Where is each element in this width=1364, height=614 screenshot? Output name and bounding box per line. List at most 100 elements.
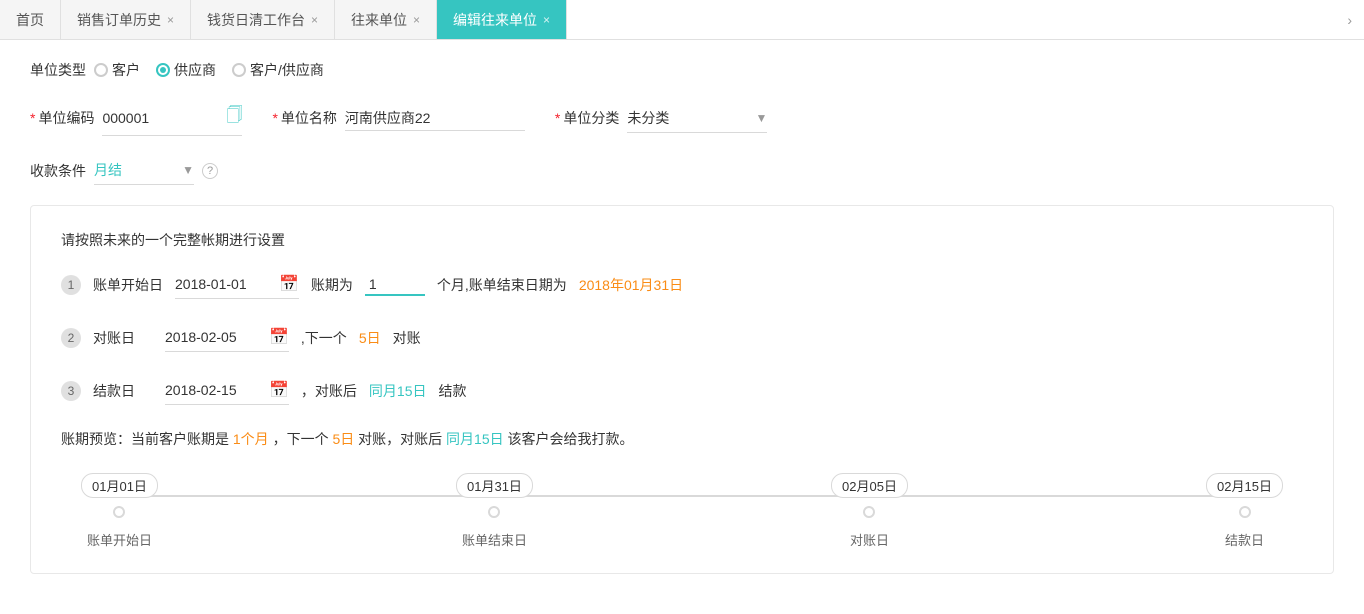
- reconcile-date-input[interactable]: [165, 329, 265, 345]
- timeline-dot-3: [1239, 506, 1251, 518]
- row-num-1: 1: [61, 275, 81, 295]
- tab-edit-partner-unit[interactable]: 编辑往来单位 ×: [437, 0, 567, 39]
- unit-code-input[interactable]: [102, 110, 222, 126]
- row-desc-1-suffix: 个月,账单结束日期为: [437, 275, 567, 295]
- preview-15day: 同月15日: [446, 431, 504, 447]
- unit-type-row: 单位类型 客户 供应商 客户/供应商: [30, 60, 1334, 80]
- timeline-badge-1: 01月31日: [456, 473, 533, 498]
- tab-cash-ledger-label: 钱货日清工作台: [207, 10, 305, 30]
- tab-partner-unit-close[interactable]: ×: [413, 14, 420, 26]
- radio-supplier-label: 供应商: [174, 60, 216, 80]
- tab-edit-partner-unit-close[interactable]: ×: [543, 14, 550, 26]
- tab-sales-order-history-close[interactable]: ×: [167, 14, 174, 26]
- payment-condition-value: 月结: [94, 160, 178, 180]
- timeline-badge-2: 02月05日: [831, 473, 908, 498]
- unit-type-group: 单位类型 客户 供应商 客户/供应商: [30, 60, 324, 80]
- timeline-label-1: 账单结束日: [462, 530, 527, 549]
- payment-date-calendar-icon[interactable]: 📅: [269, 380, 289, 400]
- timeline-label-3: 结款日: [1225, 530, 1264, 549]
- row-label-2: 对账日: [93, 328, 153, 348]
- tab-partner-unit-label: 往来单位: [351, 10, 407, 30]
- setting-row-2: 2 对账日 📅 ,下一个 5日 对账: [61, 323, 1303, 352]
- timeline-node-2: 02月05日 对账日: [831, 473, 908, 549]
- unit-category-group: 单位分类 未分类 ▼: [555, 104, 767, 133]
- radio-customer-circle: [94, 63, 108, 77]
- timeline-label-2: 对账日: [850, 530, 889, 549]
- start-date-input[interactable]: [175, 276, 275, 292]
- unit-name-input[interactable]: [345, 106, 525, 131]
- row-desc-1-prefix: 账期为: [311, 275, 353, 295]
- row-num-3: 3: [61, 381, 81, 401]
- setting-row-1: 1 账单开始日 📅 账期为 个月,账单结束日期为 2018年01月31日: [61, 270, 1303, 299]
- tab-partner-unit[interactable]: 往来单位 ×: [335, 0, 437, 39]
- timeline-container: 01月01日 账单开始日 01月31日 账单结束日 02月05日 对账日 02月…: [61, 473, 1303, 549]
- preview-after: 对账，对账后: [358, 431, 442, 447]
- unit-type-radio-group: 客户 供应商 客户/供应商: [94, 60, 324, 80]
- row-label-3: 结款日: [93, 381, 153, 401]
- unit-info-row: 单位编码 🗍 单位名称 单位分类 未分类 ▼: [30, 100, 1334, 136]
- unit-code-copy-icon[interactable]: 🗍: [226, 104, 242, 131]
- row-num-2: 2: [61, 328, 81, 348]
- payment-date-input-wrapper: 📅: [165, 376, 289, 405]
- tab-edit-partner-unit-label: 编辑往来单位: [453, 10, 537, 30]
- payment-date-input[interactable]: [165, 382, 265, 398]
- tab-home-label: 首页: [16, 10, 44, 30]
- end-date-highlight: 2018年01月31日: [579, 275, 683, 295]
- start-date-input-wrapper: 📅: [175, 270, 299, 299]
- row-desc-3-prefix: ，对账后: [301, 381, 357, 401]
- radio-both-label: 客户/供应商: [250, 60, 324, 80]
- panel-title: 请按照未来的一个完整帐期进行设置: [61, 230, 1303, 250]
- unit-name-group: 单位名称: [272, 106, 524, 131]
- tab-cash-ledger-close[interactable]: ×: [311, 14, 318, 26]
- unit-name-label: 单位名称: [272, 108, 336, 128]
- payment-condition-select[interactable]: 月结 ▼: [94, 156, 194, 185]
- preview-text: 账期预览：当前客户账期是 1个月 ，下一个 5日 对账，对账后 同月15日 该客…: [61, 429, 1303, 449]
- unit-type-label: 单位类型: [30, 60, 86, 80]
- unit-category-value: 未分类: [627, 108, 751, 128]
- start-date-calendar-icon[interactable]: 📅: [279, 274, 299, 294]
- unit-category-chevron: ▼: [755, 111, 767, 125]
- payment-condition-group: 收款条件 月结 ▼ ?: [30, 156, 218, 185]
- tab-cash-ledger[interactable]: 钱货日清工作台 ×: [191, 0, 335, 39]
- timeline-label-0: 账单开始日: [87, 530, 152, 549]
- timeline-nodes: 01月01日 账单开始日 01月31日 账单结束日 02月05日 对账日 02月…: [81, 473, 1283, 549]
- preview-5day: 5日: [332, 431, 354, 447]
- timeline-dot-2: [863, 506, 875, 518]
- tab-sales-order-history-label: 销售订单历史: [77, 10, 161, 30]
- timeline-node-1: 01月31日 账单结束日: [456, 473, 533, 549]
- preview-1month: 1个月: [233, 431, 269, 447]
- payment-condition-label: 收款条件: [30, 161, 86, 181]
- preview-label: 账期预览：当前客户账期是: [61, 431, 229, 447]
- payment-row: 收款条件 月结 ▼ ?: [30, 156, 1334, 185]
- payment-help-icon[interactable]: ?: [202, 163, 218, 179]
- row-label-1: 账单开始日: [93, 275, 163, 295]
- row-desc-2-highlight: 5日: [359, 328, 381, 348]
- radio-customer-label: 客户: [112, 60, 140, 80]
- payment-condition-chevron: ▼: [182, 163, 194, 177]
- row-desc-3-highlight: 同月15日: [369, 381, 427, 401]
- timeline-node-3: 02月15日 结款日: [1206, 473, 1283, 549]
- timeline-dot-1: [488, 506, 500, 518]
- unit-code-input-wrapper: 🗍: [102, 100, 242, 136]
- period-input[interactable]: [365, 274, 425, 296]
- preview-mid: ，下一个: [273, 431, 329, 447]
- tab-sales-order-history[interactable]: 销售订单历史 ×: [61, 0, 191, 39]
- timeline-badge-3: 02月15日: [1206, 473, 1283, 498]
- radio-supplier[interactable]: 供应商: [156, 60, 216, 80]
- timeline-node-0: 01月01日 账单开始日: [81, 473, 158, 549]
- settings-panel: 请按照未来的一个完整帐期进行设置 1 账单开始日 📅 账期为 个月,账单结束日期…: [30, 205, 1334, 574]
- radio-both[interactable]: 客户/供应商: [232, 60, 324, 80]
- row-desc-2-suffix: 对账: [393, 328, 421, 348]
- timeline-dot-0: [113, 506, 125, 518]
- radio-customer[interactable]: 客户: [94, 60, 140, 80]
- preview-end: 该客户会给我打款。: [508, 431, 634, 447]
- row-desc-3-suffix: 结款: [439, 381, 467, 401]
- tab-home[interactable]: 首页: [0, 0, 61, 39]
- unit-code-label: 单位编码: [30, 108, 94, 128]
- radio-both-circle: [232, 63, 246, 77]
- radio-supplier-circle: [156, 63, 170, 77]
- reconcile-date-calendar-icon[interactable]: 📅: [269, 327, 289, 347]
- unit-category-select[interactable]: 未分类 ▼: [627, 104, 767, 133]
- tabs-bar: 首页 销售订单历史 × 钱货日清工作台 × 往来单位 × 编辑往来单位 × ›: [0, 0, 1364, 40]
- tabs-expand-button[interactable]: ›: [1335, 0, 1364, 39]
